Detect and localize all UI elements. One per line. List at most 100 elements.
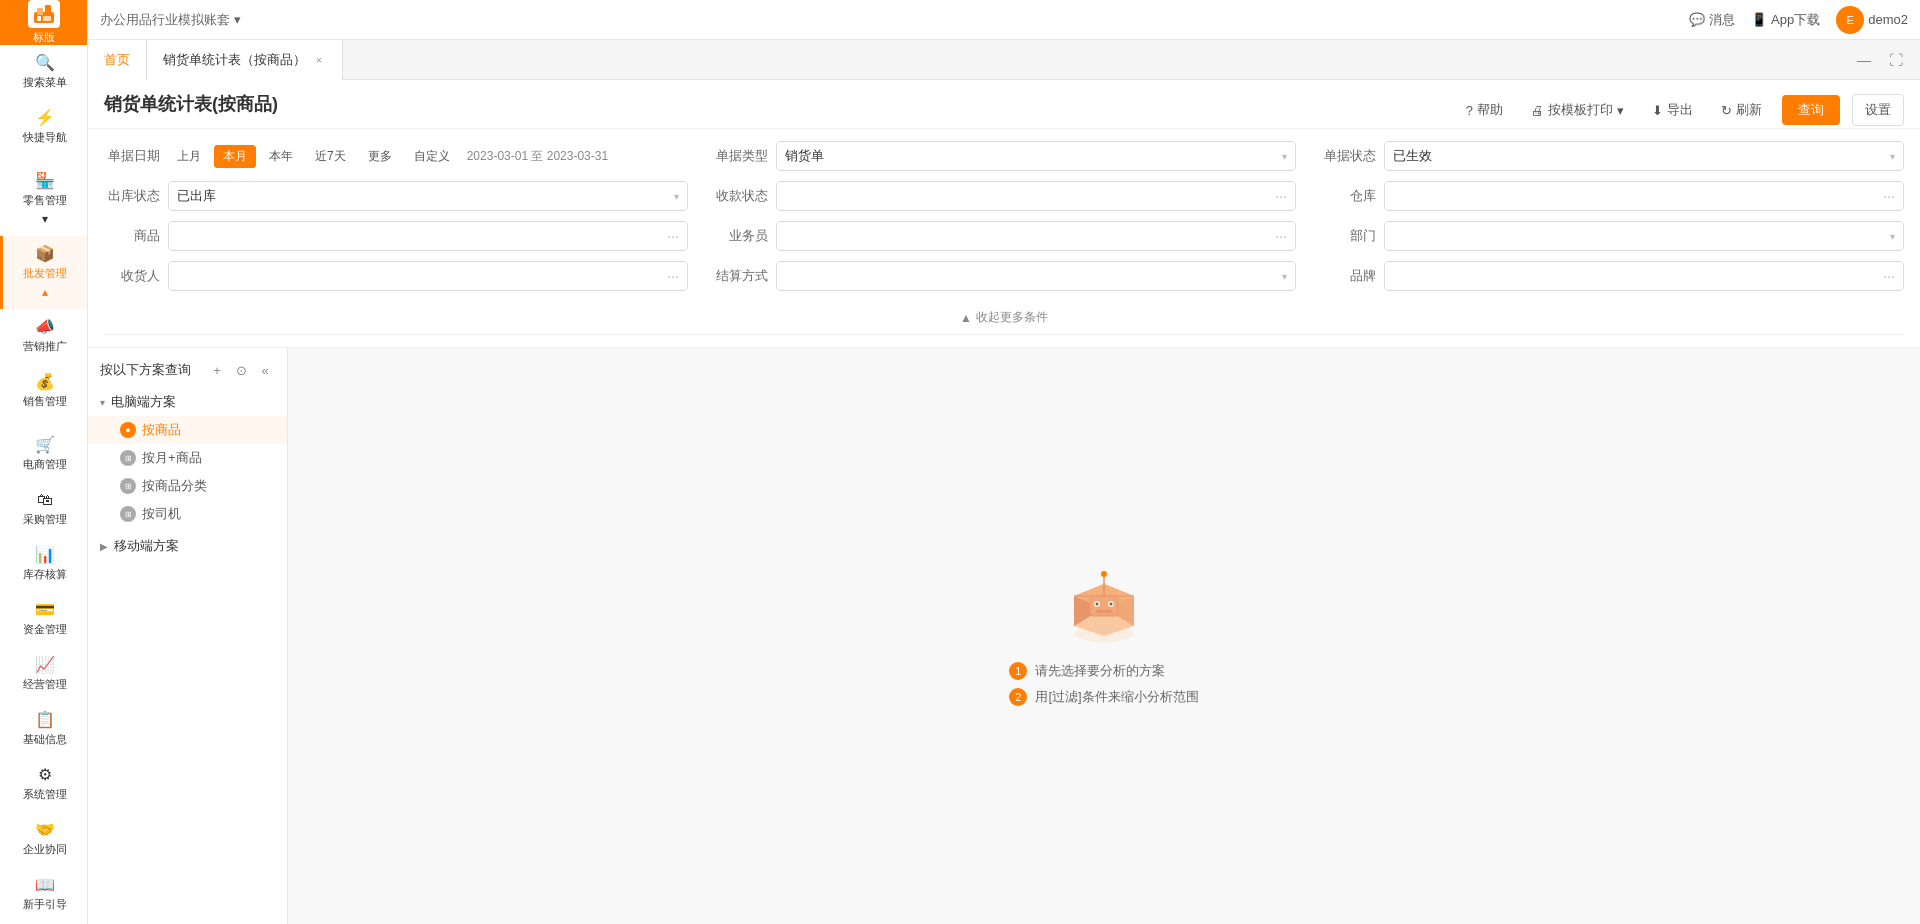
out-status-col: 出库状态 已出库 ▾ xyxy=(104,181,688,211)
right-content: 1 请先选择要分析的方案 2 用[过滤]条件来缩小分析范围 xyxy=(288,348,1920,924)
sidebar: 标版 🔍 搜索菜单 ⚡ 快捷导航 🏪 零售管理 ▾ 📦 批发管理 ▴ 📣 营销推… xyxy=(0,0,88,924)
topbar-right: 💬 消息 📱 App下载 E demo2 xyxy=(1689,6,1908,34)
sidebar-item-ops[interactable]: 📈 经营管理 xyxy=(0,647,88,702)
settings-button[interactable]: 设置 xyxy=(1852,94,1904,126)
tree-item-by-product[interactable]: ● 按商品 xyxy=(88,416,287,444)
doc-status-control[interactable]: 已生效 ▾ xyxy=(1384,141,1904,171)
retail-arrow: ▾ xyxy=(42,212,48,226)
staff-control[interactable]: ··· xyxy=(776,221,1296,251)
sidebar-item-quicknav[interactable]: ⚡ 快捷导航 xyxy=(0,100,88,155)
user-name-label: demo2 xyxy=(1868,12,1908,27)
dept-control[interactable]: ▾ xyxy=(1384,221,1904,251)
tree-item-by-warehouse[interactable]: ⊞ 按司机 xyxy=(88,500,287,528)
receiver-control[interactable]: ··· xyxy=(168,261,688,291)
user-menu[interactable]: E demo2 xyxy=(1836,6,1908,34)
date-label: 单据日期 xyxy=(104,147,160,165)
user-avatar: E xyxy=(1836,6,1864,34)
help-label: 帮助 xyxy=(1477,101,1503,119)
date-pill-thisyear[interactable]: 本年 xyxy=(260,145,302,168)
retail-icon: 🏪 xyxy=(35,173,55,189)
tab-close-button[interactable]: × xyxy=(312,53,326,67)
sidebar-item-retail-label: 零售管理 xyxy=(23,193,67,208)
doc-status-arrow: ▾ xyxy=(1890,151,1895,162)
sidebar-item-search[interactable]: 🔍 搜索菜单 xyxy=(0,45,88,100)
topbar: 办公用品行业模拟账套 ▾ 💬 消息 📱 App下载 E demo2 xyxy=(88,0,1920,40)
warehouse-dots: ··· xyxy=(1883,188,1895,204)
sidebar-item-wholesale[interactable]: 📦 批发管理 ▴ xyxy=(0,236,88,309)
sidebar-item-inventory[interactable]: 📊 库存核算 xyxy=(0,537,88,592)
step-num-1: 1 xyxy=(1009,662,1027,680)
doc-status-label: 单据状态 xyxy=(1320,147,1376,165)
sidebar-item-inventory-label: 库存核算 xyxy=(23,567,67,582)
ecommerce-icon: 🛒 xyxy=(35,437,55,453)
sidebar-item-retail[interactable]: 🏪 零售管理 ▾ xyxy=(0,163,88,236)
tree-edit-button[interactable]: ⊙ xyxy=(231,360,251,380)
refresh-label: 刷新 xyxy=(1736,101,1762,119)
sidebar-item-marketing[interactable]: 📣 营销推广 xyxy=(0,309,88,364)
query-button[interactable]: 查询 xyxy=(1782,95,1840,125)
tree-group-mobile-arrow: ▶ xyxy=(100,541,108,552)
payment-control[interactable]: ▾ xyxy=(776,261,1296,291)
tree-item-by-warehouse-icon: ⊞ xyxy=(120,506,136,522)
empty-step-1: 1 请先选择要分析的方案 xyxy=(1009,662,1198,680)
print-button[interactable]: 🖨 按模板打印 ▾ xyxy=(1523,97,1632,123)
export-button[interactable]: ⬇ 导出 xyxy=(1644,97,1701,123)
tree-group-pc-header[interactable]: ▾ 电脑端方案 xyxy=(88,388,287,416)
tree-collapse-button[interactable]: « xyxy=(255,360,275,380)
date-pill-thismonth[interactable]: 本月 xyxy=(214,145,256,168)
sidebar-logo: 标版 xyxy=(0,0,88,45)
tree-add-button[interactable]: + xyxy=(207,360,227,380)
basic-icon: 📋 xyxy=(35,712,55,728)
tree-item-by-category[interactable]: ⊞ 按商品分类 xyxy=(88,472,287,500)
payment-arrow: ▾ xyxy=(1282,271,1287,282)
payment-label: 结算方式 xyxy=(712,267,768,285)
tab-maximize-button[interactable]: ⛶ xyxy=(1884,48,1908,72)
doc-type-control[interactable]: 销货单 ▾ xyxy=(776,141,1296,171)
sidebar-item-enterprise[interactable]: 🤝 企业协同 xyxy=(0,812,88,867)
page-title: 销货单统计表(按商品) xyxy=(104,92,278,128)
date-pill-custom[interactable]: 自定义 xyxy=(405,145,459,168)
tab-report-label: 销货单统计表（按商品） xyxy=(163,51,306,69)
app-download-icon: 📱 xyxy=(1751,12,1767,27)
app-download-label: App下载 xyxy=(1771,11,1820,29)
out-status-control[interactable]: 已出库 ▾ xyxy=(168,181,688,211)
main-area: 办公用品行业模拟账套 ▾ 💬 消息 📱 App下载 E demo2 首页 xyxy=(88,0,1920,924)
tree-item-by-month-label: 按月+商品 xyxy=(142,449,202,467)
filter-row-2: 出库状态 已出库 ▾ 收款状态 ··· 仓库 xyxy=(104,181,1904,211)
sidebar-item-purchase[interactable]: 🛍 采购管理 xyxy=(0,482,88,537)
logo-icon xyxy=(28,0,60,28)
warehouse-control[interactable]: ··· xyxy=(1384,181,1904,211)
tab-report[interactable]: 销货单统计表（按商品） × xyxy=(147,40,343,80)
tab-home[interactable]: 首页 xyxy=(88,40,147,80)
date-pill-more[interactable]: 更多 xyxy=(359,145,401,168)
app-selector[interactable]: 办公用品行业模拟账套 ▾ xyxy=(100,11,241,29)
tree-item-by-month-product[interactable]: ⊞ 按月+商品 xyxy=(88,444,287,472)
message-button[interactable]: 💬 消息 xyxy=(1689,11,1735,29)
brand-control[interactable]: ··· xyxy=(1384,261,1904,291)
date-pill-7days[interactable]: 近7天 xyxy=(306,145,355,168)
message-icon: 💬 xyxy=(1689,12,1705,27)
doc-type-arrow: ▾ xyxy=(1282,151,1287,162)
sidebar-item-basic[interactable]: 📋 基础信息 xyxy=(0,702,88,757)
tree-group-mobile-header[interactable]: ▶ 移动端方案 xyxy=(88,532,287,560)
search-icon: 🔍 xyxy=(35,55,55,71)
ops-icon: 📈 xyxy=(35,657,55,673)
app-download-button[interactable]: 📱 App下载 xyxy=(1751,11,1820,29)
sidebar-item-system[interactable]: ⚙ 系统管理 xyxy=(0,757,88,812)
filter-row-4: 收货人 ··· 结算方式 ▾ 品牌 xyxy=(104,261,1904,291)
tree-group-pc: ▾ 电脑端方案 ● 按商品 ⊞ 按月+商品 ⊞ 按商品分类 xyxy=(88,388,287,528)
payment-col: 结算方式 ▾ xyxy=(712,261,1296,291)
product-control[interactable]: ··· xyxy=(168,221,688,251)
sidebar-item-ecommerce[interactable]: 🛒 电商管理 xyxy=(0,427,88,482)
help-button[interactable]: ? 帮助 xyxy=(1458,97,1511,123)
sidebar-item-finance[interactable]: 💳 资金管理 xyxy=(0,592,88,647)
sidebar-item-guide[interactable]: 📖 新手引导 xyxy=(0,867,88,922)
sidebar-logo-text: 标版 xyxy=(33,30,55,45)
sidebar-item-sales[interactable]: 💰 销售管理 xyxy=(0,364,88,419)
refresh-button[interactable]: ↻ 刷新 xyxy=(1713,97,1770,123)
collapse-button[interactable]: ▲ 收起更多条件 xyxy=(948,307,1060,328)
date-pill-lastmonth[interactable]: 上月 xyxy=(168,145,210,168)
tab-minimize-button[interactable]: — xyxy=(1852,48,1876,72)
warehouse-col: 仓库 ··· xyxy=(1320,181,1904,211)
receipt-status-control[interactable]: ··· xyxy=(776,181,1296,211)
